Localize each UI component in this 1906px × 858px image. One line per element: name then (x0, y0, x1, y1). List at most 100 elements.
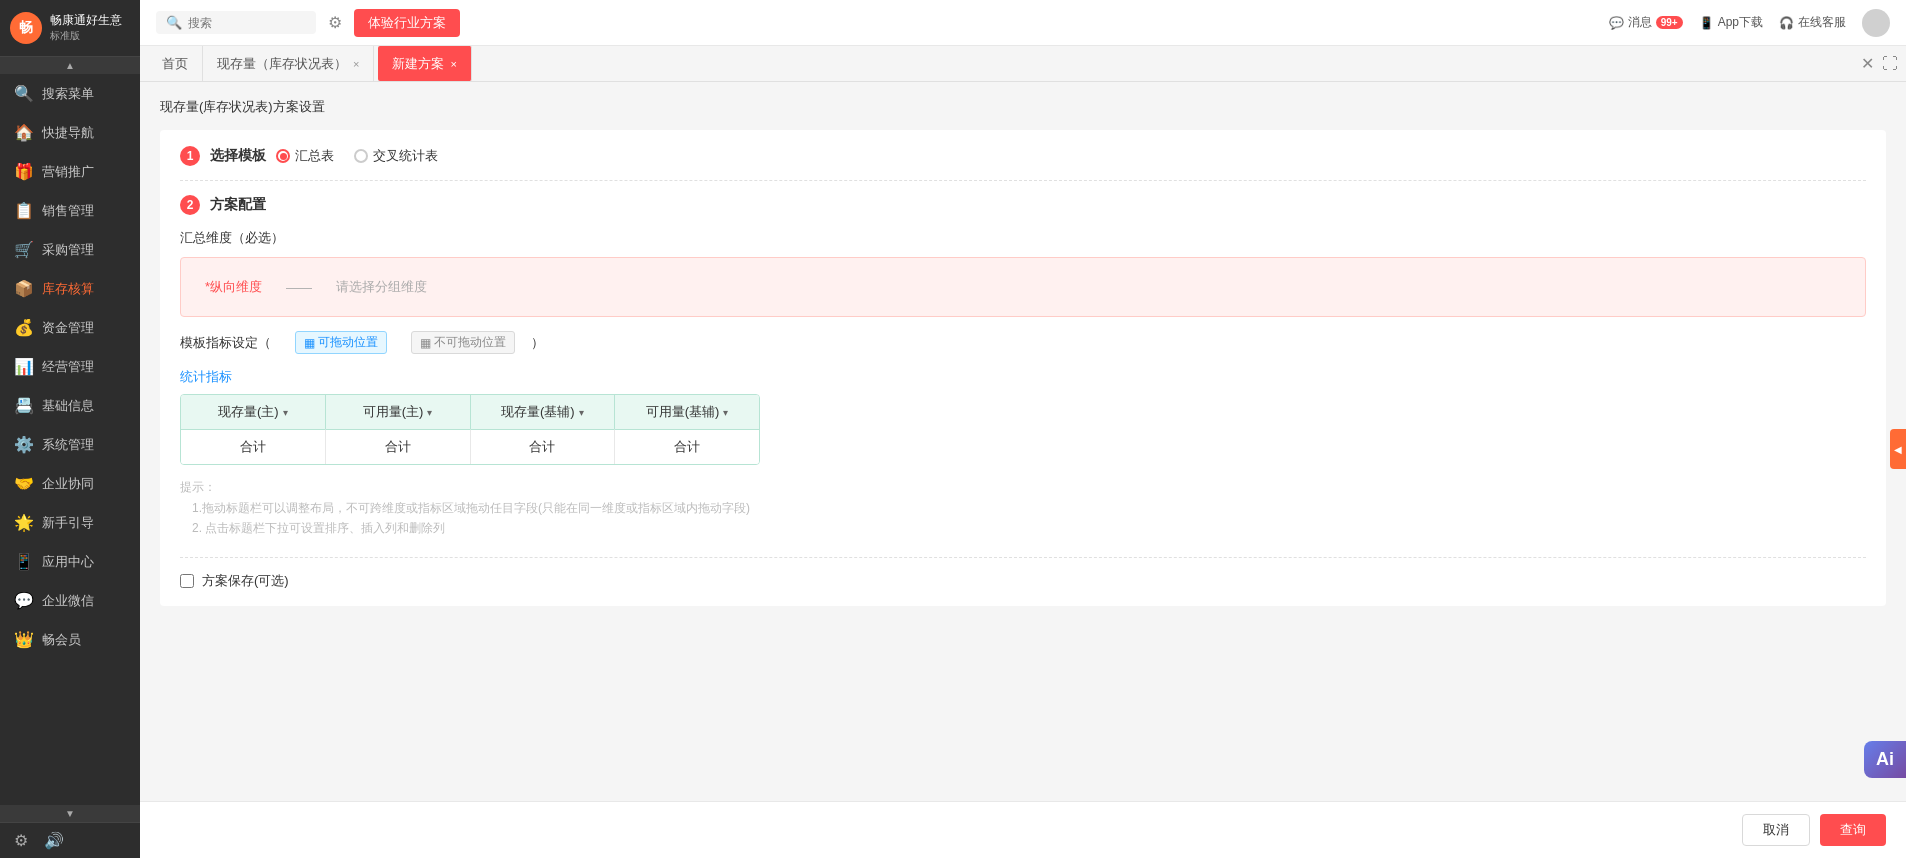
sidebar-item-operations[interactable]: 📊 经营管理 (0, 347, 140, 386)
sidebar-item-membership[interactable]: 👑 畅会员 (0, 620, 140, 659)
radio-cross[interactable]: 交叉统计表 (354, 147, 438, 165)
online-service-button[interactable]: 🎧 在线客服 (1779, 14, 1846, 31)
sidebar-item-label: 搜索菜单 (42, 85, 94, 103)
sidebar-item-label: 快捷导航 (42, 124, 94, 142)
col4-header[interactable]: 可用量(基辅) ▾ (615, 395, 759, 429)
sidebar-bottom: ⚙ 🔊 (0, 822, 140, 858)
query-button[interactable]: 查询 (1820, 814, 1886, 846)
save-label: 方案保存(可选) (202, 572, 289, 590)
indicator-non-draggable-label: 不可拖动位置 (434, 334, 506, 351)
tab-new-scheme[interactable]: 新建方案 × (378, 46, 471, 81)
sidebar-item-label: 新手引导 (42, 514, 94, 532)
sidebar-item-label: 企业协同 (42, 475, 94, 493)
save-checkbox[interactable] (180, 574, 194, 588)
sidebar-item-sales[interactable]: 📋 销售管理 (0, 191, 140, 230)
home-icon: 🏠 (14, 123, 34, 142)
dimension-required-label: *纵向维度 (205, 278, 262, 296)
cancel-button[interactable]: 取消 (1742, 814, 1810, 846)
col3-chevron[interactable]: ▾ (579, 407, 584, 418)
sidebar-item-app-center[interactable]: 📱 应用中心 (0, 542, 140, 581)
tip2: 2. 点击标题栏下拉可设置排序、插入列和删除列 (180, 520, 1866, 537)
settings-icon[interactable]: ⚙ (14, 831, 28, 850)
col4-chevron[interactable]: ▾ (723, 407, 728, 418)
stats-title: 统计指标 (180, 368, 1866, 386)
right-edge-scroll[interactable]: ◀ (1890, 429, 1906, 469)
col3-header[interactable]: 现存量(基辅) ▾ (471, 395, 616, 429)
col3-body: 合计 (471, 429, 616, 464)
message-icon: 💬 (1609, 16, 1624, 30)
sidebar-scroll-down[interactable]: ▼ (0, 805, 140, 822)
online-service-label: 在线客服 (1798, 14, 1846, 31)
col1-footer-label: 合计 (240, 438, 266, 456)
sidebar-item-label: 畅会员 (42, 631, 81, 649)
radio-summary-indicator (276, 149, 290, 163)
cart-icon: 🛒 (14, 240, 34, 259)
sidebar-item-cooperation[interactable]: 🤝 企业协同 (0, 464, 140, 503)
sidebar-item-finance[interactable]: 💰 资金管理 (0, 308, 140, 347)
step2-title: 方案配置 (210, 196, 266, 214)
dimension-area[interactable]: *纵向维度 —— 请选择分组维度 (180, 257, 1866, 317)
indicator-draggable-badge: ▦ 可拖动位置 (295, 331, 387, 354)
indicator-close-bracket: ） (531, 334, 544, 352)
stats-table: 现存量(主) ▾ 可用量(主) ▾ 现存量(基辅) ▾ (180, 394, 760, 465)
tab-inventory-status[interactable]: 现存量（库存状况表） × (203, 46, 374, 81)
app-download-label: App下载 (1718, 14, 1763, 31)
star-icon: 🌟 (14, 513, 34, 532)
sidebar-item-purchase[interactable]: 🛒 采购管理 (0, 230, 140, 269)
tab-home[interactable]: 首页 (148, 46, 203, 81)
topbar: 🔍 ⚙ 体验行业方案 💬 消息 99+ 📱 App下载 🎧 在线客服 (140, 0, 1906, 46)
search-icon: 🔍 (166, 15, 182, 30)
speaker-icon[interactable]: 🔊 (44, 831, 64, 850)
sidebar-item-marketing[interactable]: 🎁 营销推广 (0, 152, 140, 191)
search-input[interactable] (188, 16, 306, 30)
step1-title: 选择模板 (210, 147, 266, 165)
tips-title: 提示： (180, 479, 1866, 496)
col4-header-label: 可用量(基辅) (646, 403, 720, 421)
topbar-search[interactable]: 🔍 (156, 11, 316, 34)
sidebar-item-guide[interactable]: 🌟 新手引导 (0, 503, 140, 542)
plan-config: 汇总维度（必选） *纵向维度 —— 请选择分组维度 模板指标设定（ ▦ 可拖动位… (180, 229, 1866, 537)
tabs-bar: 首页 现存量（库存状况表） × 新建方案 × ✕ ⛶ (140, 46, 1906, 82)
tab-close-all-button[interactable]: ✕ (1861, 54, 1874, 73)
gear-icon[interactable]: ⚙ (328, 13, 342, 32)
draggable-icon: ▦ (304, 336, 315, 350)
sidebar-item-quick-nav[interactable]: 🏠 快捷导航 (0, 113, 140, 152)
gear-icon: ⚙️ (14, 435, 34, 454)
crown-icon: 👑 (14, 630, 34, 649)
sidebar: 畅 畅康通好生意 标准版 ▲ 🔍 搜索菜单 🏠 快捷导航 🎁 营销推广 📋 销售… (0, 0, 140, 858)
divider1 (180, 180, 1866, 181)
sidebar-item-label: 采购管理 (42, 241, 94, 259)
tab-inventory-status-label: 现存量（库存状况表） (217, 55, 347, 73)
phone-icon: 📱 (1699, 16, 1714, 30)
col2-chevron[interactable]: ▾ (427, 407, 432, 418)
tab-expand-button[interactable]: ⛶ (1882, 55, 1898, 73)
card-icon: 📇 (14, 396, 34, 415)
radio-summary[interactable]: 汇总表 (276, 147, 334, 165)
tab-inventory-status-close[interactable]: × (353, 58, 359, 70)
user-avatar[interactable] (1862, 9, 1890, 37)
sidebar-item-wechat[interactable]: 💬 企业微信 (0, 581, 140, 620)
sidebar-item-system[interactable]: ⚙️ 系统管理 (0, 425, 140, 464)
tab-home-label: 首页 (162, 55, 188, 73)
app-download-button[interactable]: 📱 App下载 (1699, 14, 1763, 31)
col2-header[interactable]: 可用量(主) ▾ (326, 395, 471, 429)
ai-badge[interactable]: Ai (1864, 741, 1906, 778)
col1-header[interactable]: 现存量(主) ▾ (181, 395, 326, 429)
col3-footer-label: 合计 (529, 438, 555, 456)
tips-section: 提示： 1.拖动标题栏可以调整布局，不可跨维度或指标区域拖动任目字段(只能在同一… (180, 479, 1866, 537)
tab-new-scheme-close[interactable]: × (450, 58, 456, 70)
phone-icon: 📱 (14, 552, 34, 571)
sidebar-scroll-up[interactable]: ▲ (0, 57, 140, 74)
col2-body: 合计 (326, 429, 471, 464)
sidebar-nav: 🔍 搜索菜单 🏠 快捷导航 🎁 营销推广 📋 销售管理 🛒 采购管理 📦 库存核… (0, 74, 140, 805)
messages-button[interactable]: 💬 消息 99+ (1609, 14, 1683, 31)
sidebar-item-search-menu[interactable]: 🔍 搜索菜单 (0, 74, 140, 113)
stats-table-header: 现存量(主) ▾ 可用量(主) ▾ 现存量(基辅) ▾ (181, 395, 759, 429)
gift-icon: 🎁 (14, 162, 34, 181)
stats-table-body: 合计 合计 合计 合计 (181, 429, 759, 464)
sidebar-item-inventory[interactable]: 📦 库存核算 (0, 269, 140, 308)
col1-chevron[interactable]: ▾ (283, 407, 288, 418)
sidebar-item-basic-info[interactable]: 📇 基础信息 (0, 386, 140, 425)
trial-button[interactable]: 体验行业方案 (354, 9, 460, 37)
indicator-draggable-label: 可拖动位置 (318, 334, 378, 351)
